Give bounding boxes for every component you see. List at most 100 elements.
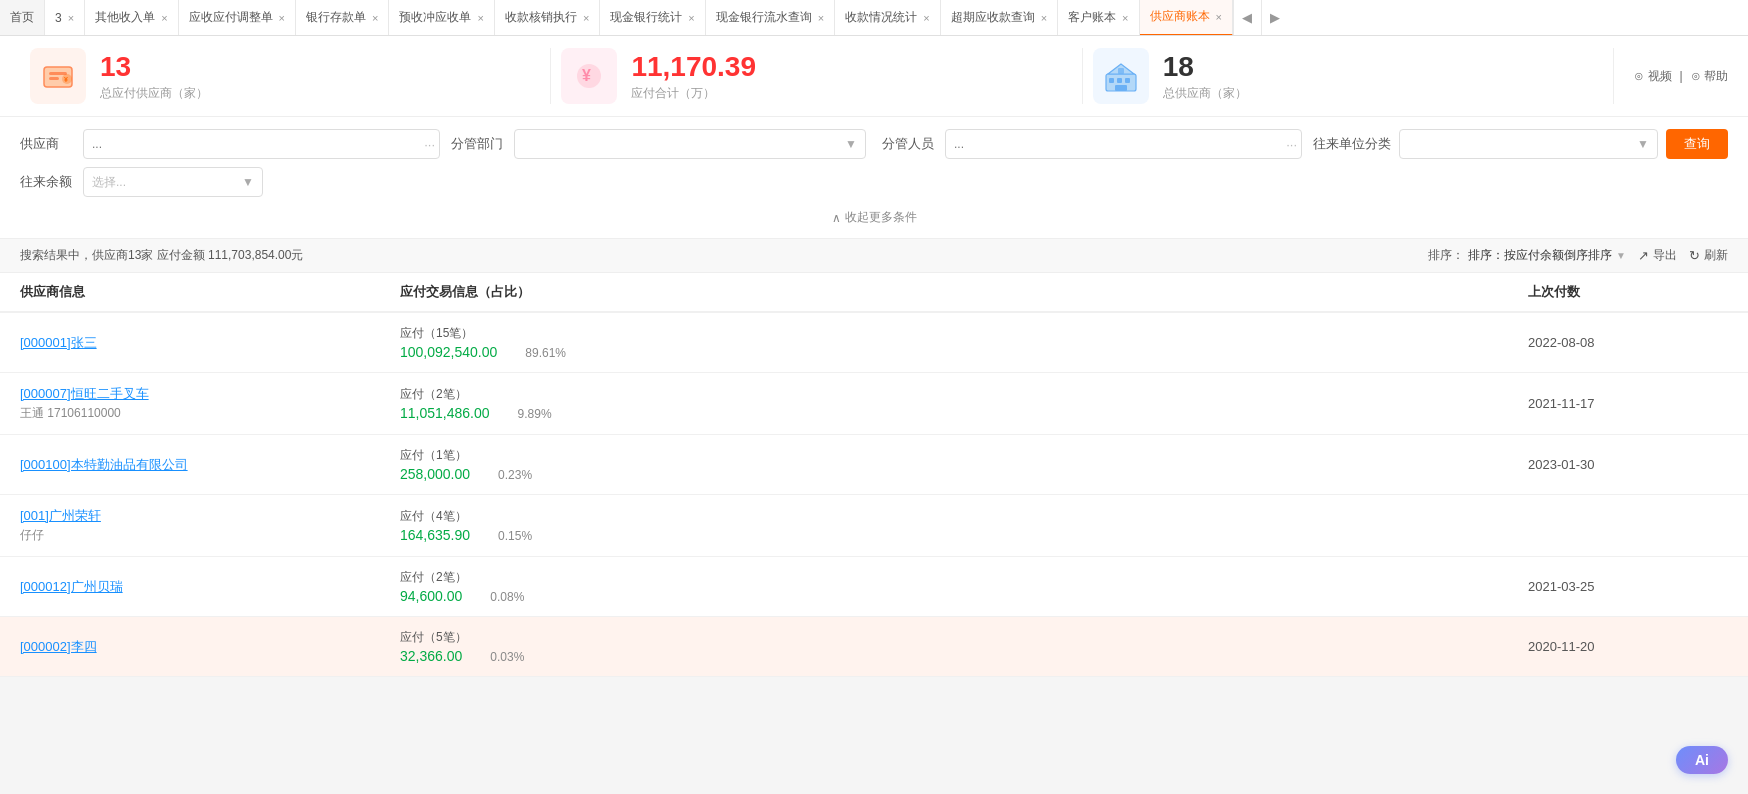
nav-tab-3-label: 3: [55, 11, 62, 25]
trans-row-2: 11,051,486.00 9.89%: [400, 405, 1528, 421]
trans-amount-2: 11,051,486.00: [400, 405, 490, 421]
trans-label-2: 应付（2笔）: [400, 386, 1528, 403]
close-bank-deposit[interactable]: ×: [372, 12, 378, 24]
trans-row-5: 94,600.00 0.08%: [400, 588, 1528, 604]
filter-balance: 往来余额 选择... ▼: [20, 167, 1728, 197]
cell-lastpay-4: [1528, 507, 1728, 544]
summary-payable-suppliers-text: 13 总应付供应商（家）: [100, 50, 208, 103]
nav-tab-cash-bank-stats[interactable]: 现金银行统计 ×: [600, 0, 705, 36]
refresh-button[interactable]: ↻ 刷新: [1689, 247, 1728, 264]
nav-tab-receipt-verify-label: 收款核销执行: [505, 9, 577, 26]
nav-tab-other-income[interactable]: 其他收入单 ×: [85, 0, 178, 36]
svg-rect-13: [1118, 68, 1124, 74]
close-overdue-query[interactable]: ×: [1041, 12, 1047, 24]
nav-tab-3-close[interactable]: ×: [68, 12, 74, 24]
svg-rect-11: [1115, 85, 1127, 91]
cell-supplier-5: [000012]广州贝瑞: [20, 569, 400, 604]
nav-tab-3[interactable]: 3 ×: [45, 0, 85, 36]
close-other-income[interactable]: ×: [161, 12, 167, 24]
cell-supplier-6: [000002]李四: [20, 629, 400, 664]
total-suppliers-icon: [1093, 48, 1149, 104]
nav-tab-ap-adjust[interactable]: 应收应付调整单 ×: [179, 0, 296, 36]
person-input[interactable]: [945, 129, 1302, 159]
export-button[interactable]: ↗ 导出: [1638, 247, 1677, 264]
nav-tab-prepay[interactable]: 预收冲应收单 ×: [389, 0, 494, 36]
svg-rect-1: [49, 72, 67, 75]
nav-tab-cash-bank-stats-label: 现金银行统计: [610, 9, 682, 26]
table-row: [000012]广州贝瑞 应付（2笔） 94,600.00 0.08% 2021…: [0, 557, 1748, 617]
balance-dropdown-icon: ▼: [242, 175, 254, 189]
close-prepay[interactable]: ×: [477, 12, 483, 24]
filter-supplier-label: 供应商: [20, 135, 75, 153]
trans-amount-5: 94,600.00: [400, 588, 462, 604]
summary-right-links: ⊙ 视频 | ⊙ 帮助: [1614, 68, 1728, 85]
export-icon: ↗: [1638, 248, 1649, 263]
supplier-link-6[interactable]: [000002]李四: [20, 638, 400, 656]
filter-dept-label: 分管部门: [451, 135, 506, 153]
filter-person-label: 分管人员: [882, 135, 937, 153]
help-link[interactable]: ⊙ 帮助: [1691, 68, 1728, 85]
summary-payable-amount: ¥ 11,170.39 应付合计（万）: [551, 48, 1082, 104]
svg-rect-8: [1109, 78, 1114, 83]
supplier-link-1[interactable]: [000001]张三: [20, 334, 400, 352]
supplier-link-4[interactable]: [001]广州荣轩: [20, 507, 400, 525]
summary-payable-suppliers: ¥ 13 总应付供应商（家）: [20, 48, 551, 104]
trans-row-4: 164,635.90 0.15%: [400, 527, 1528, 543]
lastpay-date-6: 2020-11-20: [1528, 639, 1595, 654]
close-collection-stats[interactable]: ×: [923, 12, 929, 24]
close-customer-account[interactable]: ×: [1122, 12, 1128, 24]
nav-tab-collection-stats-label: 收款情况统计: [845, 9, 917, 26]
close-receipt-verify[interactable]: ×: [583, 12, 589, 24]
supplier-link-5[interactable]: [000012]广州贝瑞: [20, 578, 400, 596]
category-select[interactable]: ▼: [1399, 129, 1658, 159]
svg-text:¥: ¥: [582, 67, 591, 84]
nav-tab-collection-stats[interactable]: 收款情况统计 ×: [835, 0, 940, 36]
nav-tab-customer-account[interactable]: 客户账本 ×: [1058, 0, 1139, 36]
refresh-icon: ↻: [1689, 248, 1700, 263]
nav-tab-receipt-verify[interactable]: 收款核销执行 ×: [495, 0, 600, 36]
nav-tab-bank-deposit[interactable]: 银行存款单 ×: [296, 0, 389, 36]
close-cash-bank-flow[interactable]: ×: [818, 12, 824, 24]
balance-select-placeholder: 选择...: [92, 174, 126, 191]
nav-tab-home[interactable]: 首页: [0, 0, 45, 36]
supplier-input[interactable]: [83, 129, 440, 159]
trans-row-1: 100,092,540.00 89.61%: [400, 344, 1528, 360]
dept-select[interactable]: ▼: [514, 129, 866, 159]
trans-label-1: 应付（15笔）: [400, 325, 1528, 342]
nav-tab-cash-bank-flow[interactable]: 现金银行流水查询 ×: [706, 0, 835, 36]
nav-tab-bank-deposit-label: 银行存款单: [306, 9, 366, 26]
nav-scroll-right[interactable]: ▶: [1261, 0, 1289, 36]
sort-value: 排序：按应付余额倒序排序: [1468, 247, 1612, 264]
supplier-link-2[interactable]: [000007]恒旺二手叉车: [20, 385, 400, 403]
cell-transaction-5: 应付（2笔） 94,600.00 0.08%: [400, 569, 1528, 604]
lastpay-date-3: 2023-01-30: [1528, 457, 1595, 472]
cell-lastpay-2: 2021-11-17: [1528, 385, 1728, 422]
collapse-bar[interactable]: ∧ 收起更多条件: [20, 205, 1728, 230]
ai-badge[interactable]: Ai: [1676, 746, 1728, 774]
query-button[interactable]: 查询: [1666, 129, 1728, 159]
nav-scroll-left[interactable]: ◀: [1233, 0, 1261, 36]
close-supplier-account[interactable]: ×: [1216, 11, 1222, 23]
table-row: [001]广州荣轩 仔仔 应付（4笔） 164,635.90 0.15%: [0, 495, 1748, 557]
close-cash-bank-stats[interactable]: ×: [688, 12, 694, 24]
lastpay-date-2: 2021-11-17: [1528, 396, 1595, 411]
close-ap-adjust[interactable]: ×: [279, 12, 285, 24]
sort-label: 排序：: [1428, 247, 1464, 264]
summary-total-suppliers: 18 总供应商（家）: [1083, 48, 1614, 104]
video-link[interactable]: ⊙ 视频: [1634, 68, 1671, 85]
table-row: [000100]本特勤油品有限公司 应付（1笔） 258,000.00 0.23…: [0, 435, 1748, 495]
collapse-label: 收起更多条件: [845, 209, 917, 226]
payable-suppliers-label: 总应付供应商（家）: [100, 85, 208, 102]
supplier-sub-4: 仔仔: [20, 527, 400, 544]
nav-tab-supplier-account[interactable]: 供应商账本 ×: [1140, 0, 1233, 36]
cell-transaction-4: 应付（4笔） 164,635.90 0.15%: [400, 507, 1528, 544]
nav-tab-overdue-query[interactable]: 超期应收款查询 ×: [941, 0, 1058, 36]
col-header-transaction: 应付交易信息（占比）: [400, 283, 1528, 301]
balance-select[interactable]: 选择... ▼: [83, 167, 263, 197]
total-suppliers-label: 总供应商（家）: [1163, 85, 1247, 102]
supplier-link-3[interactable]: [000100]本特勤油品有限公司: [20, 456, 400, 474]
summary-total-suppliers-text: 18 总供应商（家）: [1163, 50, 1247, 103]
svg-text:¥: ¥: [64, 76, 68, 83]
sort-selector[interactable]: 排序： 排序：按应付余额倒序排序 ▼: [1428, 247, 1626, 264]
filter-area: 供应商 ··· 分管部门 ▼ 分管人员 ··· 往来单位分类: [0, 117, 1748, 239]
